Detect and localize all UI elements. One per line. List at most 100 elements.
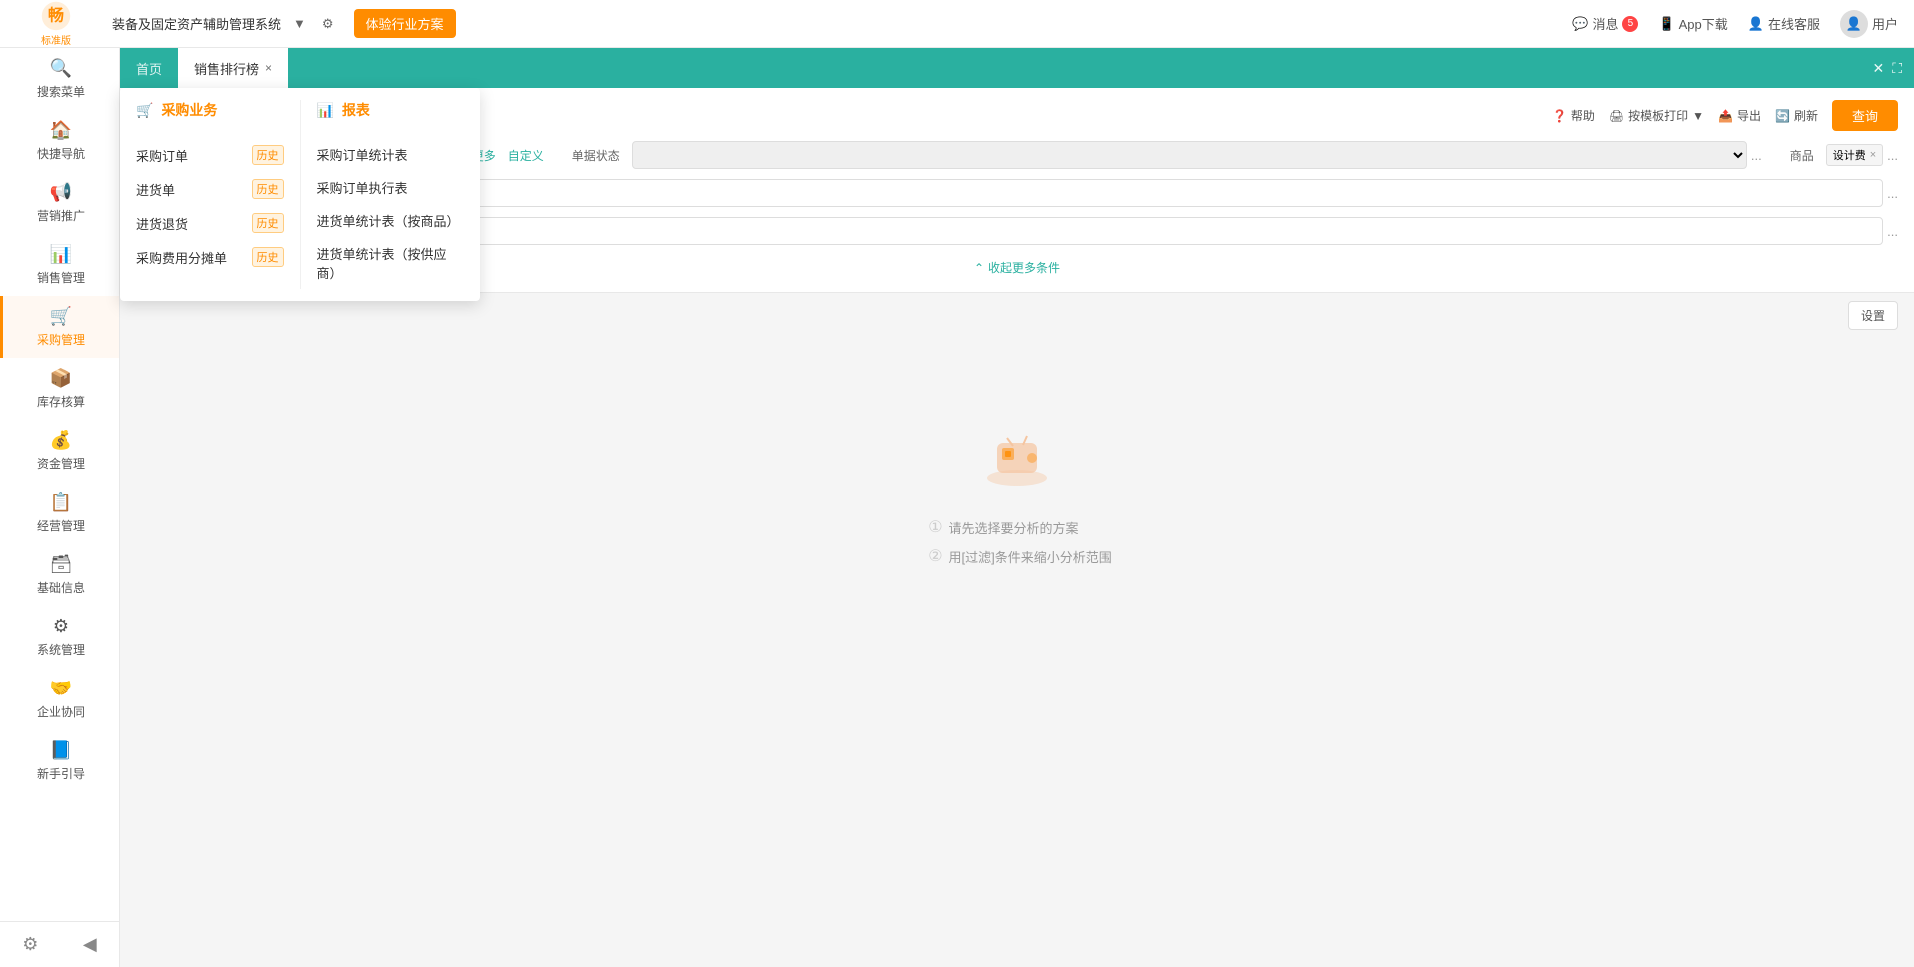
sidebar-item-system[interactable]: ⚙ 系统管理 xyxy=(0,606,119,668)
phone-icon: 📱 xyxy=(1658,16,1674,32)
empty-hint-1-text: 请先选择要分析的方案 xyxy=(949,517,1079,540)
report-icon: 📊 xyxy=(317,102,334,119)
collapse-button[interactable]: ⌃ 收起更多条件 xyxy=(974,255,1060,280)
goods-more-dots[interactable]: ... xyxy=(1887,148,1898,163)
search-icon: 🔍 xyxy=(50,58,72,79)
settings-icon[interactable]: ⚙ xyxy=(322,16,334,32)
svg-text:畅: 畅 xyxy=(48,5,64,24)
sidebar-label-marketing: 营销推广 xyxy=(37,207,85,224)
refresh-button[interactable]: 🔄 刷新 xyxy=(1775,107,1818,124)
enterprise-icon: 🤝 xyxy=(50,678,72,699)
salesman-more-dots[interactable]: ... xyxy=(1887,186,1898,201)
dropdown-incoming[interactable]: 进货单 历史 xyxy=(136,172,284,206)
empty-hints: ① 请先选择要分析的方案 ② 用[过滤]条件来缩小分析范围 xyxy=(922,514,1112,572)
tab-home-label: 首页 xyxy=(136,59,162,78)
dropdown-incoming-stat-goods[interactable]: 进货单统计表（按商品） xyxy=(317,204,465,237)
query-button[interactable]: 查询 xyxy=(1832,100,1898,131)
purchase-order-exec-label: 采购订单执行表 xyxy=(317,178,408,197)
dropdown-purchase-order-stat[interactable]: 采购订单统计表 xyxy=(317,138,465,171)
sidebar-item-finance[interactable]: 💰 资金管理 xyxy=(0,420,119,482)
print-button[interactable]: 🖨 按模板打印 ▼ xyxy=(1609,107,1704,124)
operations-icon: 📋 xyxy=(50,492,72,513)
incoming-stat-goods-label: 进货单统计表（按商品） xyxy=(317,211,460,230)
status-select[interactable] xyxy=(632,141,1747,169)
sidebar-label-operations: 经营管理 xyxy=(37,517,85,534)
message-nav-item[interactable]: 💬 消息 5 xyxy=(1572,14,1638,33)
dropdown-expense[interactable]: 采购费用分摊单 历史 xyxy=(136,240,284,274)
empty-hint-2: ② 用[过滤]条件来缩小分析范围 xyxy=(922,543,1112,572)
tab-fullscreen-icon[interactable]: ⛶ xyxy=(1892,60,1902,77)
user-nav-item[interactable]: 👤 用户 xyxy=(1840,10,1898,38)
sidebar-label-system: 系统管理 xyxy=(37,641,85,658)
guide-icon: 📘 xyxy=(50,740,72,761)
sidebar-label-search: 搜索菜单 xyxy=(37,83,85,100)
help-label: 帮助 xyxy=(1571,107,1595,124)
sidebar-bottom: ⚙ ◀ xyxy=(0,921,119,967)
refresh-icon: 🔄 xyxy=(1775,109,1790,123)
help-icon: ❓ xyxy=(1552,109,1567,123)
tab-bar-actions: ✕ ⛶ xyxy=(1872,60,1914,77)
app-download-nav-item[interactable]: 📱 App下载 xyxy=(1658,14,1727,33)
status-filter-label: 单据状态 xyxy=(572,147,620,164)
message-icon: 💬 xyxy=(1572,16,1588,32)
sidebar-item-marketing[interactable]: 📢 营销推广 xyxy=(0,172,119,234)
export-button[interactable]: 📤 导出 xyxy=(1718,107,1761,124)
purchase-dropdown-menu: 🛒 采购业务 采购订单 历史 进货单 历史 进货退货 历史 采购费用分摊单 历史… xyxy=(120,88,480,301)
help-button[interactable]: ❓ 帮助 xyxy=(1552,107,1595,124)
print-icon: 🖨 xyxy=(1609,109,1624,123)
sidebar-item-operations[interactable]: 📋 经营管理 xyxy=(0,482,119,544)
sidebar-item-guide[interactable]: 📘 新手引导 xyxy=(0,730,119,792)
online-service-nav-item[interactable]: 👤 在线客服 xyxy=(1748,14,1820,33)
report-header: 📊 报表 xyxy=(317,100,465,126)
salesman-input-wrapper: ... xyxy=(472,179,1898,207)
goods-tag-label: 设计费 xyxy=(1833,147,1866,163)
logo-subtext: 标准版 xyxy=(41,32,71,47)
service-icon: 👤 xyxy=(1748,16,1764,32)
goods-tag-wrapper: 设计费 × ... xyxy=(1826,144,1898,166)
sidebar-label-quicknav: 快捷导航 xyxy=(37,145,85,162)
collapse-label: 收起更多条件 xyxy=(988,259,1060,276)
sidebar-item-quicknav[interactable]: 🏠 快捷导航 xyxy=(0,110,119,172)
purchase-business-icon: 🛒 xyxy=(136,102,153,119)
sidebar-item-inventory[interactable]: 📦 库存核算 xyxy=(0,358,119,420)
dropdown-purchase-order[interactable]: 采购订单 历史 xyxy=(136,138,284,172)
goods-tag-close-icon[interactable]: × xyxy=(1870,149,1876,161)
sidebar-item-basic[interactable]: 🗃 基础信息 xyxy=(0,544,119,606)
purchase-business-column: 🛒 采购业务 采购订单 历史 进货单 历史 进货退货 历史 采购费用分摊单 历史 xyxy=(120,100,301,289)
sidebar-item-search[interactable]: 🔍 搜索菜单 xyxy=(0,48,119,110)
incoming-history-badge: 历史 xyxy=(252,179,284,199)
sidebar-label-finance: 资金管理 xyxy=(37,455,85,472)
trial-button[interactable]: 体验行业方案 xyxy=(354,9,456,38)
goods-tag[interactable]: 设计费 × xyxy=(1826,144,1883,166)
sidebar-item-sales[interactable]: 📊 销售管理 xyxy=(0,234,119,296)
sidebar-settings-icon[interactable]: ⚙ xyxy=(22,934,38,955)
dropdown-purchase-order-exec[interactable]: 采购订单执行表 xyxy=(317,171,465,204)
customer-more-dots[interactable]: ... xyxy=(1887,224,1898,239)
dropdown-incoming-stat-supplier[interactable]: 进货单统计表（按供应商） xyxy=(317,237,465,289)
sidebar: 🔍 搜索菜单 🏠 快捷导航 📢 营销推广 📊 销售管理 🛒 采购管理 📦 库存核… xyxy=(0,48,120,967)
purchase-order-label: 采购订单 xyxy=(136,146,188,165)
goods-filter-label: 商品 xyxy=(1790,147,1814,164)
empty-hint-2-text: 用[过滤]条件来缩小分析范围 xyxy=(949,546,1112,569)
report-column: 📊 报表 采购订单统计表 采购订单执行表 进货单统计表（按商品） 进货单统计表（… xyxy=(301,100,481,289)
sidebar-item-enterprise[interactable]: 🤝 企业协同 xyxy=(0,668,119,730)
return-label: 进货退货 xyxy=(136,214,188,233)
sidebar-label-inventory: 库存核算 xyxy=(37,393,85,410)
purchase-business-header: 🛒 采购业务 xyxy=(136,100,284,126)
sidebar-collapse-icon[interactable]: ◀ xyxy=(83,934,97,955)
dropdown-return[interactable]: 进货退货 历史 xyxy=(136,206,284,240)
tab-home[interactable]: 首页 xyxy=(120,48,178,88)
settings-button[interactable]: 设置 xyxy=(1848,301,1898,330)
tab-close-all-icon[interactable]: ✕ xyxy=(1872,60,1884,77)
empty-state: ① 请先选择要分析的方案 ② 用[过滤]条件来缩小分析范围 xyxy=(120,338,1914,652)
sidebar-item-purchase[interactable]: 🛒 采购管理 xyxy=(0,296,119,358)
system-dropdown-icon[interactable]: ▼ xyxy=(293,16,306,31)
tab-sales-rank[interactable]: 销售排行榜 × xyxy=(178,48,288,88)
date-shortcut-custom[interactable]: 自定义 xyxy=(508,147,544,164)
incoming-stat-supplier-label: 进货单统计表（按供应商） xyxy=(317,244,465,282)
purchase-business-label: 采购业务 xyxy=(161,100,217,120)
salesman-input[interactable] xyxy=(472,179,1883,207)
tab-close-icon[interactable]: × xyxy=(265,61,272,75)
status-more-dots[interactable]: ... xyxy=(1751,148,1762,163)
tab-sales-rank-label: 销售排行榜 xyxy=(194,59,259,78)
